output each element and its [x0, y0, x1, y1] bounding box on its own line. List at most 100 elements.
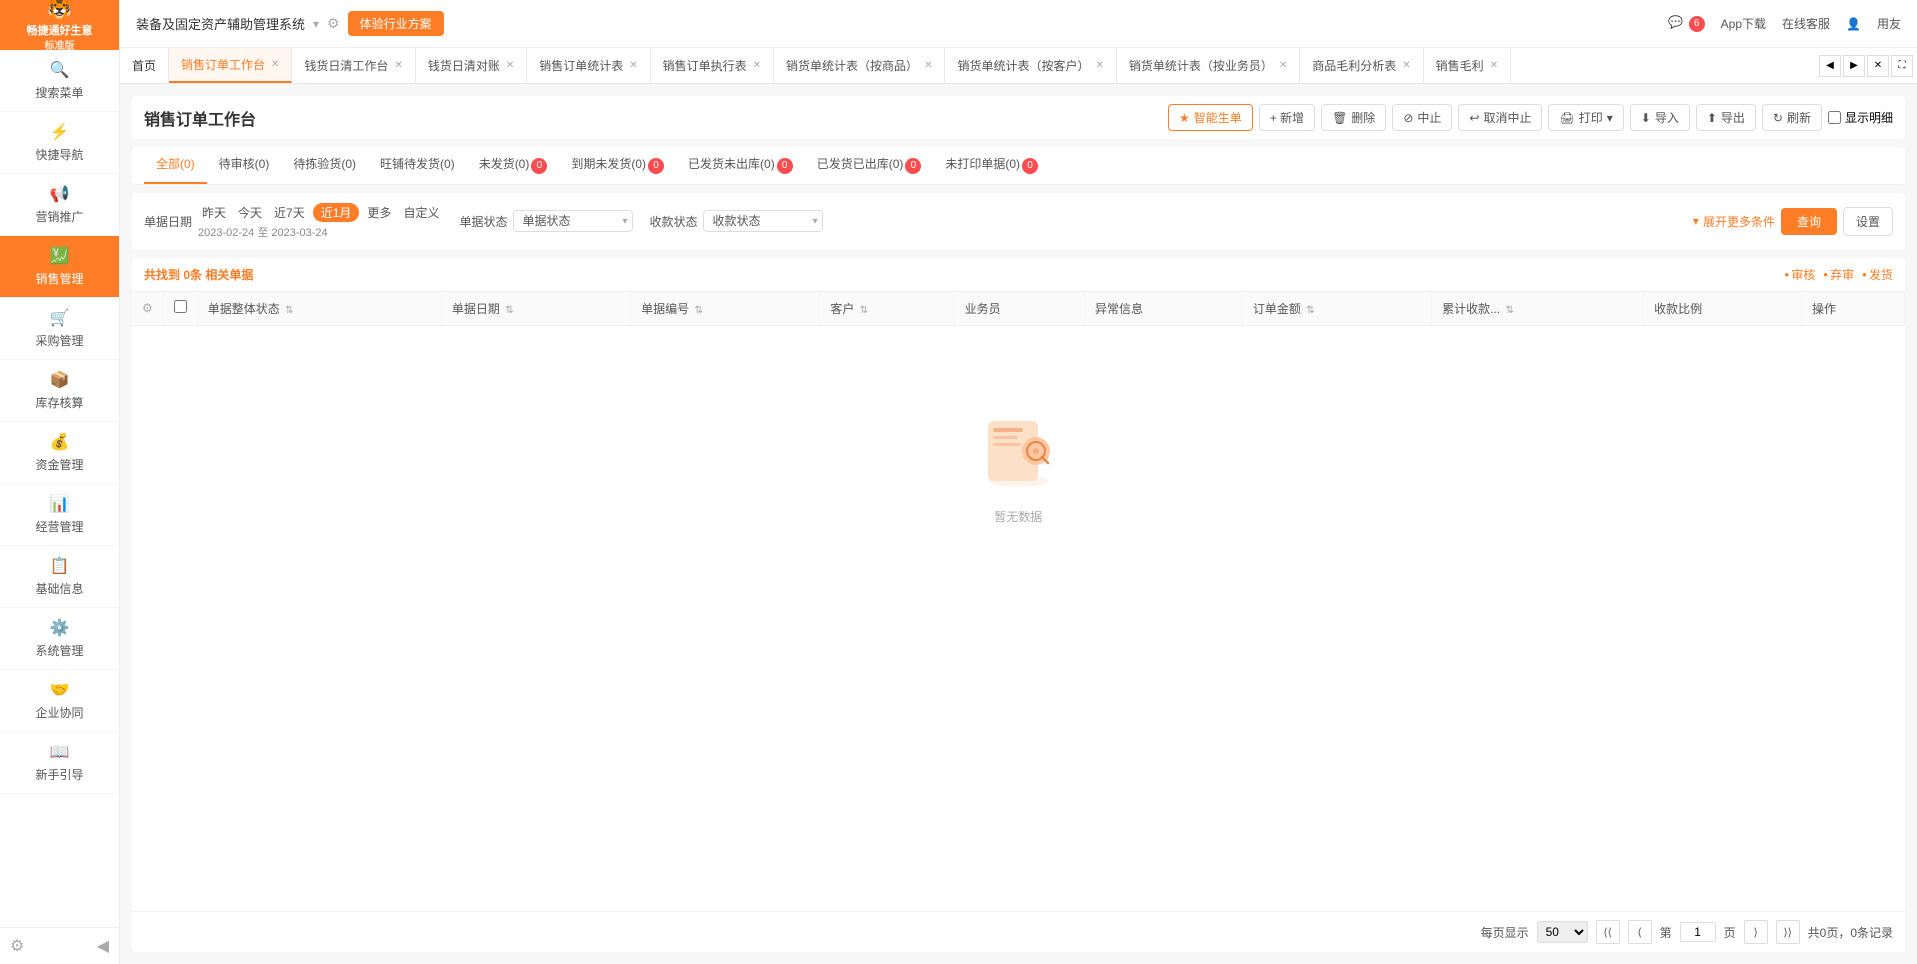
show-detail-checkbox[interactable] — [1828, 111, 1841, 124]
expand-btn[interactable]: ▾ 展开更多条件 — [1693, 213, 1775, 230]
export-btn[interactable]: ⬆ 导出 — [1696, 104, 1756, 131]
message-icon[interactable]: 💬 6 — [1668, 15, 1704, 32]
setting-btn[interactable]: 设置 — [1843, 207, 1893, 236]
tab-close-6[interactable]: ✕ — [924, 60, 932, 71]
sort-amount[interactable]: ⇅ — [1306, 305, 1314, 316]
app-download-link[interactable]: App下载 — [1721, 15, 1766, 32]
audit-action[interactable]: 审核 — [1784, 266, 1815, 283]
payment-select[interactable]: 收款状态 — [703, 210, 823, 232]
sidebar-item-finance[interactable]: 💰资金管理 — [0, 422, 119, 484]
sidebar-item-enterprise[interactable]: 🤝企业协同 — [0, 670, 119, 732]
prev-page-btn[interactable]: ⟨ — [1628, 920, 1652, 944]
cancel-audit-action[interactable]: 弃审 — [1823, 266, 1854, 283]
stop-btn[interactable]: ⊘ 中止 — [1392, 104, 1452, 131]
smart-btn[interactable]: ★ 智能生单 — [1168, 104, 1253, 131]
date-yesterday[interactable]: 昨天 — [198, 203, 230, 222]
date-custom[interactable]: 自定义 — [399, 203, 443, 222]
filter-tab-5[interactable]: 到期未发货(0)0 — [559, 147, 676, 184]
new-btn[interactable]: + 新增 — [1259, 104, 1315, 131]
filter-tab-3[interactable]: 旺铺待发货(0) — [368, 147, 467, 184]
dropdown-icon[interactable]: ▾ — [313, 17, 319, 31]
tab-label-8: 销货单统计表（按业务员） — [1129, 57, 1273, 74]
collapse-icon[interactable]: ◀ — [97, 936, 109, 956]
data-header: 共找到 0条 相关单据 审核 弃审 发货 — [132, 258, 1905, 292]
page-size-select[interactable]: 50 20 100 — [1537, 921, 1588, 943]
sidebar-item-marketing[interactable]: 📢营销推广 — [0, 174, 119, 236]
filter-tab-2[interactable]: 待拣验货(0) — [281, 147, 368, 184]
last-page-btn[interactable]: ⟩⟩ — [1776, 920, 1800, 944]
refresh-btn[interactable]: ↻ 刷新 — [1762, 104, 1822, 131]
tab-3[interactable]: 钱货日清对账✕ — [416, 48, 527, 83]
settings-header-icon[interactable]: ⚙ — [327, 15, 340, 32]
sidebar-item-search[interactable]: 🔍搜索菜单 — [0, 50, 119, 112]
sidebar-item-guide[interactable]: 📖新手引导 — [0, 732, 119, 794]
tab-close-10[interactable]: ✕ — [1490, 60, 1498, 71]
industry-btn[interactable]: 体验行业方案 — [348, 11, 444, 36]
query-btn[interactable]: 查询 — [1781, 208, 1837, 235]
tab-1[interactable]: 销售订单工作台✕ — [169, 48, 292, 83]
print-btn[interactable]: 🖨 打印 ▾ — [1548, 104, 1623, 131]
sort-date[interactable]: ⇅ — [505, 305, 513, 316]
tab-arrow-right[interactable]: ▶ — [1843, 55, 1865, 77]
sidebar-item-shortcut[interactable]: ⚡快捷导航 — [0, 112, 119, 174]
sidebar-item-purchase[interactable]: 🛒采购管理 — [0, 298, 119, 360]
th-check[interactable] — [163, 292, 197, 326]
tab-arrow-left[interactable]: ◀ — [1819, 55, 1841, 77]
sidebar-label-search: 搜索菜单 — [35, 84, 83, 101]
sort-number[interactable]: ⇅ — [694, 305, 702, 316]
tab-6[interactable]: 销货单统计表（按商品）✕ — [774, 48, 945, 83]
filter-tab-0[interactable]: 全部(0) — [144, 147, 207, 184]
settings-icon[interactable]: ⚙ — [10, 936, 24, 956]
tab-7[interactable]: 销货单统计表（按客户）✕ — [945, 48, 1116, 83]
sidebar-item-basic[interactable]: 📋基础信息 — [0, 546, 119, 608]
tab-fullscreen[interactable]: ⛶ — [1891, 55, 1913, 77]
tab-5[interactable]: 销售订单执行表✕ — [651, 48, 774, 83]
next-page-btn[interactable]: ⟩ — [1744, 920, 1768, 944]
tab-close-2[interactable]: ✕ — [394, 60, 402, 71]
date-more[interactable]: 更多 — [363, 203, 395, 222]
filter-tab-6[interactable]: 已发货未出库(0)0 — [676, 147, 805, 184]
first-page-btn[interactable]: ⟨⟨ — [1596, 920, 1620, 944]
tab-close-9[interactable]: ✕ — [1402, 60, 1410, 71]
tab-4[interactable]: 销售订单统计表✕ — [527, 48, 650, 83]
import-btn[interactable]: ⬇ 导入 — [1630, 104, 1690, 131]
sidebar-item-system[interactable]: ⚙️系统管理 — [0, 608, 119, 670]
tab-close-5[interactable]: ✕ — [753, 60, 761, 71]
sort-state[interactable]: ⇅ — [285, 305, 293, 316]
select-all-checkbox[interactable] — [174, 300, 187, 313]
cancel-stop-btn[interactable]: ↩ 取消中止 — [1458, 104, 1542, 131]
tab-close-3[interactable]: ✕ — [506, 60, 514, 71]
tab-close-4[interactable]: ✕ — [629, 60, 637, 71]
filter-tab-1[interactable]: 待审核(0) — [207, 147, 282, 184]
tab-close-8[interactable]: ✕ — [1279, 60, 1287, 71]
sort-customer[interactable]: ⇅ — [860, 305, 868, 316]
delete-btn[interactable]: 🗑 删除 — [1321, 104, 1386, 131]
sidebar-item-sales[interactable]: 💹销售管理 — [0, 236, 119, 298]
show-detail-checkbox-label[interactable]: 显示明细 — [1828, 109, 1893, 126]
status-select[interactable]: 单据状态 — [513, 210, 633, 232]
horizontal-scrollbar[interactable] — [132, 901, 1905, 911]
deliver-action[interactable]: 发货 — [1862, 266, 1893, 283]
sort-collected[interactable]: ⇅ — [1505, 305, 1513, 316]
page-input[interactable] — [1680, 922, 1716, 942]
date-7days[interactable]: 近7天 — [270, 203, 309, 222]
filter-tab-7[interactable]: 已发货已出库(0)0 — [805, 147, 934, 184]
th-settings[interactable]: ⚙ — [132, 292, 163, 326]
sidebar-item-operations[interactable]: 📊经营管理 — [0, 484, 119, 546]
tab-close-7[interactable]: ✕ — [1095, 60, 1103, 71]
filter-tab-8[interactable]: 未打印单据(0)0 — [933, 147, 1050, 184]
tab-9[interactable]: 商品毛利分析表✕ — [1300, 48, 1423, 83]
tab-10[interactable]: 销售毛利✕ — [1424, 48, 1511, 83]
tab-close-all[interactable]: ✕ — [1867, 55, 1889, 77]
sidebar-item-inventory[interactable]: 📦库存核算 — [0, 360, 119, 422]
sidebar: 🐯 畅捷通好生意 标准版 🔍搜索菜单⚡快捷导航📢营销推广💹销售管理🛒采购管理📦库… — [0, 0, 120, 964]
tab-close-1[interactable]: ✕ — [271, 59, 279, 70]
online-service-link[interactable]: 在线客服 — [1782, 15, 1830, 32]
date-1month[interactable]: 近1月 — [313, 203, 360, 222]
filter-tab-label-8: 未打印单据(0) — [945, 157, 1020, 171]
tab-0[interactable]: 首页 — [120, 48, 169, 83]
tab-2[interactable]: 钱货日清工作台✕ — [292, 48, 415, 83]
tab-8[interactable]: 销货单统计表（按业务员） ✕ — [1117, 48, 1300, 83]
filter-tab-4[interactable]: 未发货(0)0 — [467, 147, 560, 184]
date-today[interactable]: 今天 — [234, 203, 266, 222]
